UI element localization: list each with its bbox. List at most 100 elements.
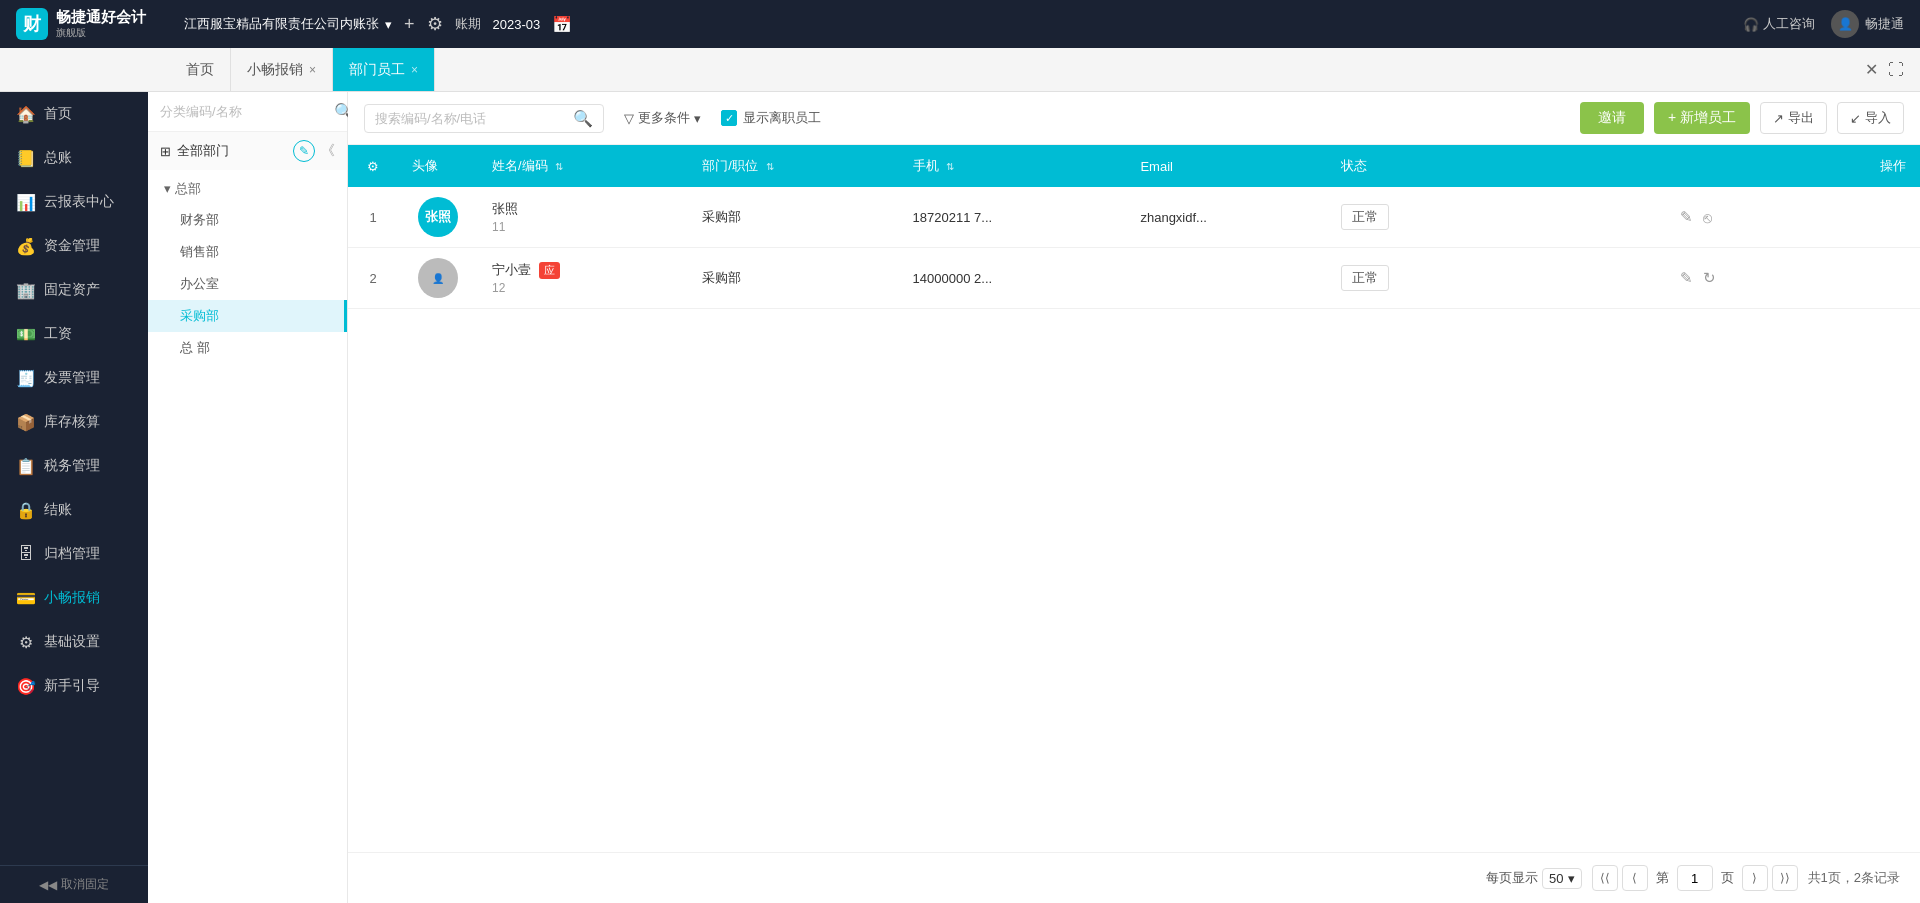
add-icon[interactable]: + bbox=[404, 14, 415, 35]
page-next-button[interactable]: ⟩ bbox=[1742, 865, 1768, 891]
dept-search-input[interactable] bbox=[160, 104, 328, 119]
support-button[interactable]: 🎧 人工咨询 bbox=[1743, 15, 1815, 33]
col-name[interactable]: 姓名/编码 ⇅ bbox=[478, 145, 688, 187]
settings-icon[interactable]: ⚙ bbox=[427, 13, 443, 35]
tab-expense[interactable]: 小畅报销 × bbox=[231, 48, 333, 91]
salary-icon: 💵 bbox=[16, 324, 36, 344]
dept-all-text: 全部部门 bbox=[177, 142, 229, 160]
dept-general-label: 总 部 bbox=[180, 340, 210, 355]
nav-close-accounts[interactable]: 🔒 结账 bbox=[0, 488, 148, 532]
user-info[interactable]: 👤 畅捷通 bbox=[1831, 10, 1904, 38]
nav-ledger[interactable]: 📒 总账 bbox=[0, 136, 148, 180]
page-input[interactable] bbox=[1677, 865, 1713, 891]
row2-index: 2 bbox=[348, 248, 398, 309]
nav-guide[interactable]: 🎯 新手引导 bbox=[0, 664, 148, 708]
dept-item-general[interactable]: 总 部 bbox=[148, 332, 347, 364]
emp-search-input[interactable] bbox=[375, 111, 567, 126]
invoice-icon: 🧾 bbox=[16, 368, 36, 388]
nav-salary[interactable]: 💵 工资 bbox=[0, 312, 148, 356]
dept-item-sales[interactable]: 销售部 bbox=[148, 236, 347, 268]
toolbar-right: 邀请 + 新增员工 ↗ 导出 ↙ 导入 bbox=[1580, 102, 1904, 134]
row2-status-badge: 正常 bbox=[1341, 265, 1389, 291]
tab-dept-emp-close[interactable]: × bbox=[411, 63, 418, 77]
tab-home[interactable]: 首页 bbox=[170, 48, 231, 91]
calendar-icon[interactable]: 📅 bbox=[552, 15, 572, 34]
row2-avatar: 👤 bbox=[418, 258, 458, 298]
split-view: 🔍 ⊞ 全部部门 ✎ 《 ▾ 总部 bbox=[148, 92, 1920, 903]
page-last-button[interactable]: ⟩⟩ bbox=[1772, 865, 1798, 891]
nav-expense[interactable]: 💳 小畅报销 bbox=[0, 576, 148, 620]
row2-actions: ✎ ↻ bbox=[1666, 248, 1920, 309]
emp-search-icon[interactable]: 🔍 bbox=[573, 109, 593, 128]
emp-table: ⚙ 头像 姓名/编码 ⇅ 部门/职位 ⇅ bbox=[348, 145, 1920, 852]
tab-dept-emp[interactable]: 部门员工 × bbox=[333, 48, 435, 91]
import-button[interactable]: ↙ 导入 bbox=[1837, 102, 1904, 134]
ledger-icon: 📒 bbox=[16, 148, 36, 168]
dept-tree: ▾ 总部 财务部 销售部 办公室 采购部 bbox=[148, 170, 347, 903]
nav-assets[interactable]: 🏢 固定资产 bbox=[0, 268, 148, 312]
nav-funds[interactable]: 💰 资金管理 bbox=[0, 224, 148, 268]
dept-edit-button[interactable]: ✎ bbox=[293, 140, 315, 162]
import-label: 导入 bbox=[1865, 109, 1891, 127]
nav-settings-label: 基础设置 bbox=[44, 633, 100, 651]
row2-refresh-icon[interactable]: ↻ bbox=[1703, 269, 1716, 287]
dept-item-office[interactable]: 办公室 bbox=[148, 268, 347, 300]
support-label: 人工咨询 bbox=[1763, 15, 1815, 33]
per-page-box[interactable]: 50 ▾ bbox=[1542, 868, 1581, 889]
col-dept-label: 部门/职位 bbox=[702, 158, 758, 173]
dept-all-label[interactable]: ⊞ 全部部门 bbox=[160, 142, 229, 160]
tab-close-window-icon[interactable]: ✕ bbox=[1865, 60, 1878, 79]
nav-settings[interactable]: ⚙ 基础设置 bbox=[0, 620, 148, 664]
filter-button[interactable]: ▽ 更多条件 ▾ bbox=[616, 105, 709, 131]
row1-avatar: 张照 bbox=[418, 197, 458, 237]
tab-expense-close[interactable]: × bbox=[309, 63, 316, 77]
nav-inventory[interactable]: 📦 库存核算 bbox=[0, 400, 148, 444]
add-employee-button[interactable]: + 新增员工 bbox=[1654, 102, 1750, 134]
total-info: 共1页，2条记录 bbox=[1808, 869, 1900, 887]
company-selector[interactable]: 江西服宝精品有限责任公司内账张 ▾ bbox=[184, 15, 392, 33]
settings-nav-icon: ⚙ bbox=[16, 632, 36, 652]
row1-edit-icon[interactable]: ✎ bbox=[1680, 208, 1693, 226]
row2-edit-icon[interactable]: ✎ bbox=[1680, 269, 1693, 287]
dept-item-finance[interactable]: 财务部 bbox=[148, 204, 347, 236]
row1-actions: ✎ ⎋ bbox=[1666, 187, 1920, 248]
row1-avatar-cell: 张照 bbox=[398, 187, 478, 248]
row2-email bbox=[1126, 248, 1326, 309]
nav-tax[interactable]: 📋 税务管理 bbox=[0, 444, 148, 488]
page-prev-button[interactable]: ⟨ bbox=[1622, 865, 1648, 891]
export-button[interactable]: ↗ 导出 bbox=[1760, 102, 1827, 134]
tab-dept-emp-label: 部门员工 bbox=[349, 61, 405, 79]
per-page-selector[interactable]: 每页显示 50 ▾ bbox=[1486, 868, 1581, 889]
col-settings[interactable]: ⚙ bbox=[348, 145, 398, 187]
cancel-fixed-button[interactable]: ◀◀ 取消固定 bbox=[0, 865, 148, 903]
nav-funds-label: 资金管理 bbox=[44, 237, 100, 255]
row2-avatar-text: 👤 bbox=[432, 273, 444, 284]
col-phone[interactable]: 手机 ⇅ bbox=[899, 145, 1127, 187]
logo-area: 财 畅捷通好会计 旗舰版 bbox=[16, 8, 164, 40]
nav-home[interactable]: 🏠 首页 bbox=[0, 92, 148, 136]
user-avatar: 👤 bbox=[1831, 10, 1859, 38]
dept-root-label: ▾ 总部 bbox=[148, 174, 347, 204]
nav-archive[interactable]: 🗄 归档管理 bbox=[0, 532, 148, 576]
per-page-label: 每页显示 bbox=[1486, 869, 1538, 887]
left-nav: 🏠 首页 📒 总账 📊 云报表中心 💰 资金管理 🏢 固定资产 💵 工资 🧾 发… bbox=[0, 92, 148, 903]
nav-ledger-label: 总账 bbox=[44, 149, 72, 167]
tab-expand-icon[interactable]: ⛶ bbox=[1888, 61, 1904, 79]
logo-sub: 旗舰版 bbox=[56, 26, 146, 40]
reports-icon: 📊 bbox=[16, 192, 36, 212]
nav-reports[interactable]: 📊 云报表中心 bbox=[0, 180, 148, 224]
page-suffix: 页 bbox=[1717, 869, 1738, 887]
invite-button[interactable]: 邀请 bbox=[1580, 102, 1644, 134]
dept-collapse-icon[interactable]: 《 bbox=[321, 142, 335, 160]
row1-logout-icon[interactable]: ⎋ bbox=[1703, 209, 1712, 226]
row1-email: zhangxidf... bbox=[1126, 187, 1326, 248]
nav-invoice[interactable]: 🧾 发票管理 bbox=[0, 356, 148, 400]
nav-reports-label: 云报表中心 bbox=[44, 193, 114, 211]
dept-item-purchase[interactable]: 采购部 bbox=[148, 300, 347, 332]
guide-icon: 🎯 bbox=[16, 676, 36, 696]
col-dept[interactable]: 部门/职位 ⇅ bbox=[688, 145, 898, 187]
export-icon: ↗ bbox=[1773, 111, 1784, 126]
show-resigned-toggle[interactable]: 显示离职员工 bbox=[721, 109, 821, 127]
page-first-button[interactable]: ⟨⟨ bbox=[1592, 865, 1618, 891]
show-resigned-checkbox[interactable] bbox=[721, 110, 737, 126]
